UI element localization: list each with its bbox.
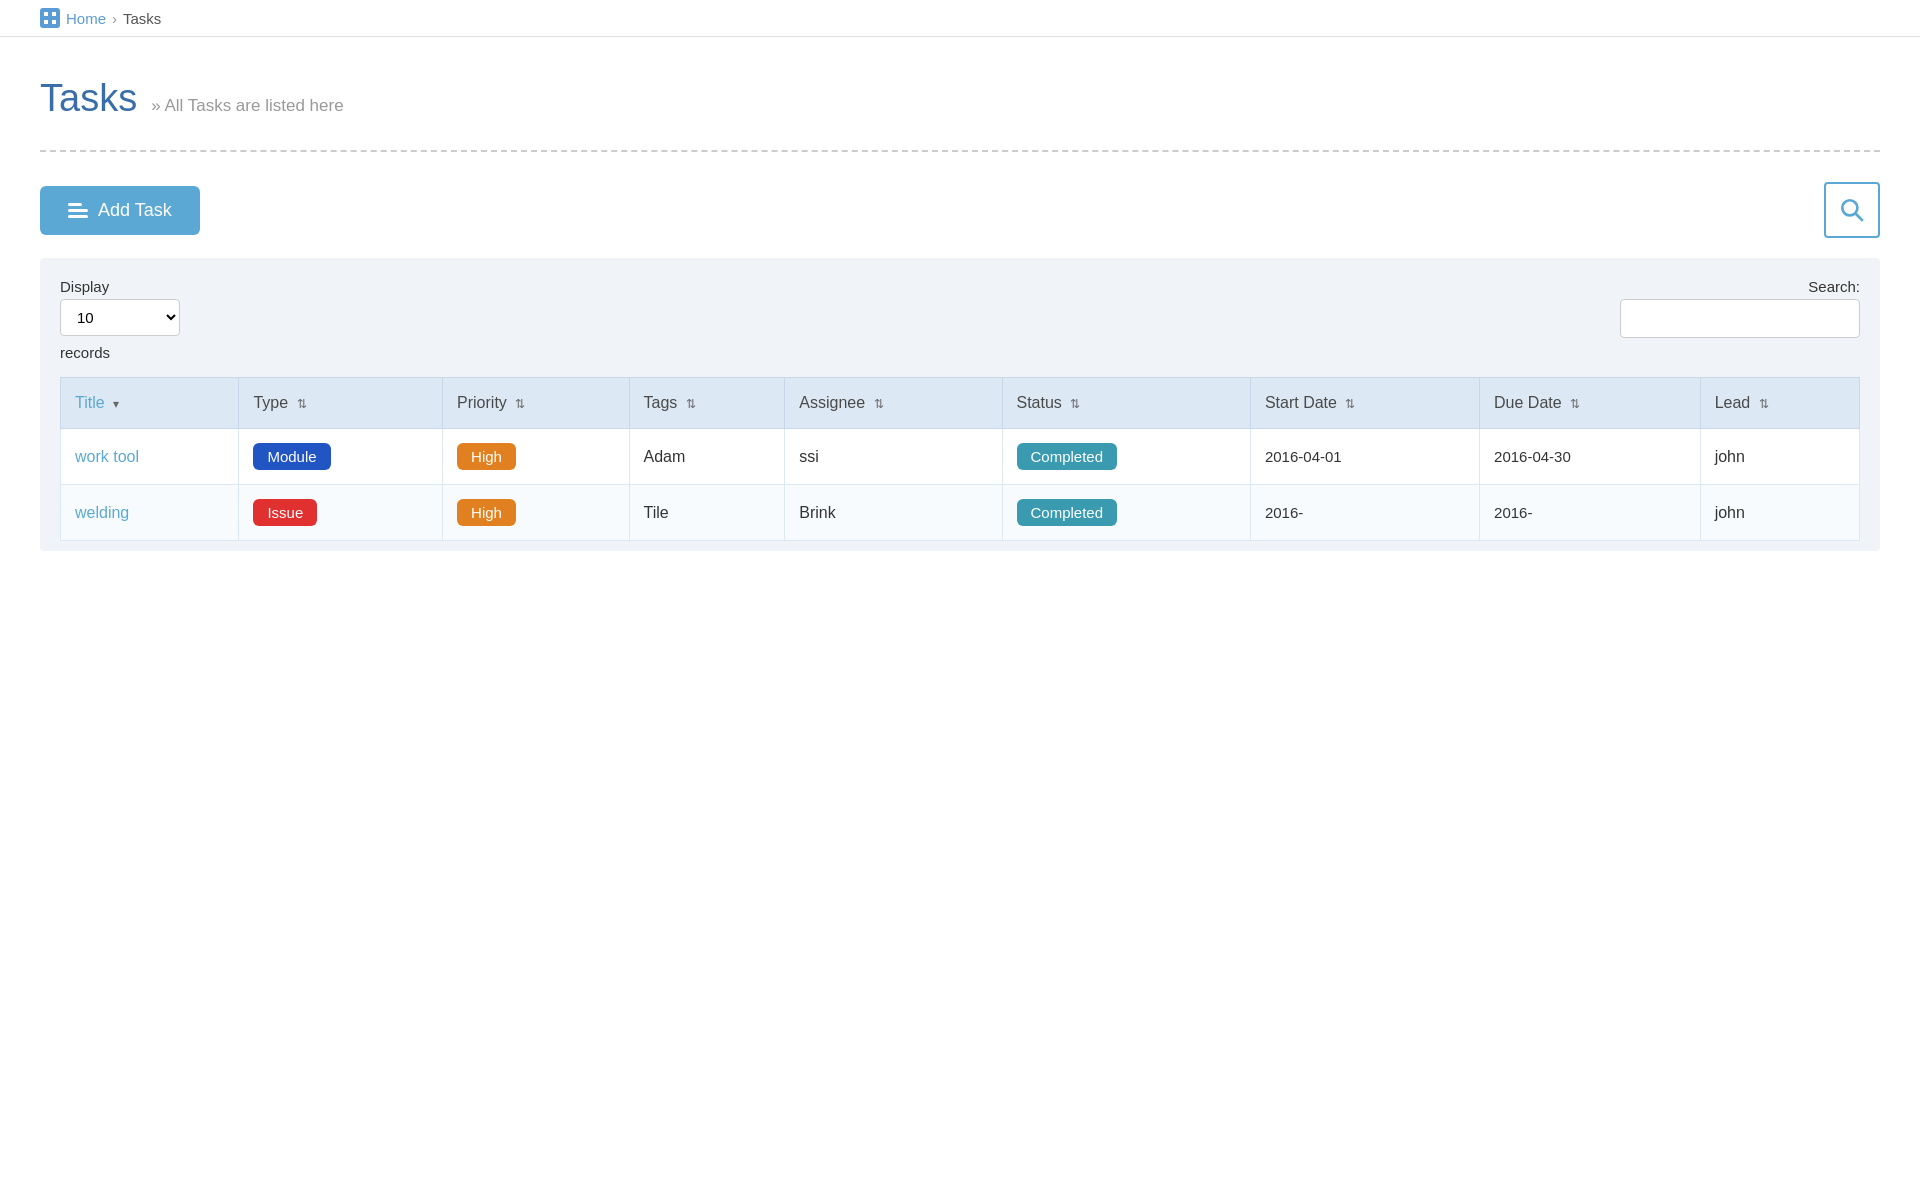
cell-title: work tool <box>61 429 239 485</box>
table-controls: Display 10 25 50 100 records Search: <box>60 278 1860 361</box>
cell-due-date: 2016- <box>1480 485 1701 541</box>
status-sort-icon: ⇅ <box>1070 397 1080 411</box>
col-assignee[interactable]: Assignee ⇅ <box>785 378 1002 429</box>
type-badge: Module <box>253 443 330 470</box>
priority-sort-icon: ⇅ <box>515 397 525 411</box>
add-task-icon <box>68 203 88 218</box>
svg-rect-1 <box>52 12 56 16</box>
display-controls: Display 10 25 50 100 records <box>60 278 180 361</box>
cell-type: Module <box>239 429 443 485</box>
svg-rect-3 <box>52 20 56 24</box>
cell-lead: john <box>1700 485 1859 541</box>
svg-rect-2 <box>44 20 48 24</box>
table-header-row: Title ▾ Type ⇅ Priority ⇅ Tags ⇅ Assigne… <box>61 378 1860 429</box>
cell-due-date: 2016-04-30 <box>1480 429 1701 485</box>
task-title-link[interactable]: welding <box>75 504 129 521</box>
svg-rect-0 <box>44 12 48 16</box>
search-controls: Search: <box>1620 278 1860 338</box>
page-subtitle: » All Tasks are listed here <box>151 96 343 116</box>
table-row: welding Issue High Tile Brink Completed … <box>61 485 1860 541</box>
cell-priority: High <box>443 429 629 485</box>
svg-line-5 <box>1856 214 1863 221</box>
cell-start-date: 2016- <box>1250 485 1479 541</box>
add-task-label: Add Task <box>98 200 172 221</box>
col-tags[interactable]: Tags ⇅ <box>629 378 785 429</box>
page-header: Tasks » All Tasks are listed here <box>0 37 1920 140</box>
assignee-sort-icon: ⇅ <box>874 397 884 411</box>
due-date-sort-icon: ⇅ <box>1570 397 1580 411</box>
table-row: work tool Module High Adam ssi Completed… <box>61 429 1860 485</box>
col-title[interactable]: Title ▾ <box>61 378 239 429</box>
cell-status: Completed <box>1002 485 1250 541</box>
breadcrumb: Home › Tasks <box>0 0 1920 37</box>
type-sort-icon: ⇅ <box>297 397 307 411</box>
cell-status: Completed <box>1002 429 1250 485</box>
display-select[interactable]: 10 25 50 100 <box>60 299 180 336</box>
search-input[interactable] <box>1620 299 1860 338</box>
page-title-row: Tasks » All Tasks are listed here <box>40 77 1880 120</box>
cell-tags: Tile <box>629 485 785 541</box>
tags-sort-icon: ⇅ <box>686 397 696 411</box>
col-type[interactable]: Type ⇅ <box>239 378 443 429</box>
page-title: Tasks <box>40 77 137 120</box>
cell-start-date: 2016-04-01 <box>1250 429 1479 485</box>
add-task-button[interactable]: Add Task <box>40 186 200 235</box>
priority-badge: High <box>457 443 516 470</box>
search-toggle-button[interactable] <box>1824 182 1880 238</box>
status-badge: Completed <box>1017 443 1118 470</box>
display-label: Display <box>60 278 180 295</box>
breadcrumb-separator: › <box>112 10 117 27</box>
task-title-link[interactable]: work tool <box>75 448 139 465</box>
breadcrumb-current: Tasks <box>123 10 161 27</box>
col-lead[interactable]: Lead ⇅ <box>1700 378 1859 429</box>
col-start-date[interactable]: Start Date ⇅ <box>1250 378 1479 429</box>
cell-assignee: ssi <box>785 429 1002 485</box>
type-badge: Issue <box>253 499 317 526</box>
start-date-sort-icon: ⇅ <box>1345 397 1355 411</box>
svg-point-4 <box>1842 200 1857 215</box>
priority-badge: High <box>457 499 516 526</box>
cell-priority: High <box>443 485 629 541</box>
home-icon <box>40 8 60 28</box>
cell-title: welding <box>61 485 239 541</box>
col-due-date[interactable]: Due Date ⇅ <box>1480 378 1701 429</box>
lead-sort-icon: ⇅ <box>1759 397 1769 411</box>
table-wrapper: Display 10 25 50 100 records Search: Tit… <box>40 258 1880 551</box>
toolbar: Add Task <box>0 152 1920 258</box>
col-status[interactable]: Status ⇅ <box>1002 378 1250 429</box>
status-badge: Completed <box>1017 499 1118 526</box>
cell-tags: Adam <box>629 429 785 485</box>
cell-assignee: Brink <box>785 485 1002 541</box>
search-label: Search: <box>1808 278 1860 295</box>
tasks-table: Title ▾ Type ⇅ Priority ⇅ Tags ⇅ Assigne… <box>60 377 1860 541</box>
cell-lead: john <box>1700 429 1859 485</box>
title-sort-icon: ▾ <box>113 397 119 411</box>
col-priority[interactable]: Priority ⇅ <box>443 378 629 429</box>
cell-type: Issue <box>239 485 443 541</box>
breadcrumb-home-link[interactable]: Home <box>66 10 106 27</box>
records-label: records <box>60 344 180 361</box>
